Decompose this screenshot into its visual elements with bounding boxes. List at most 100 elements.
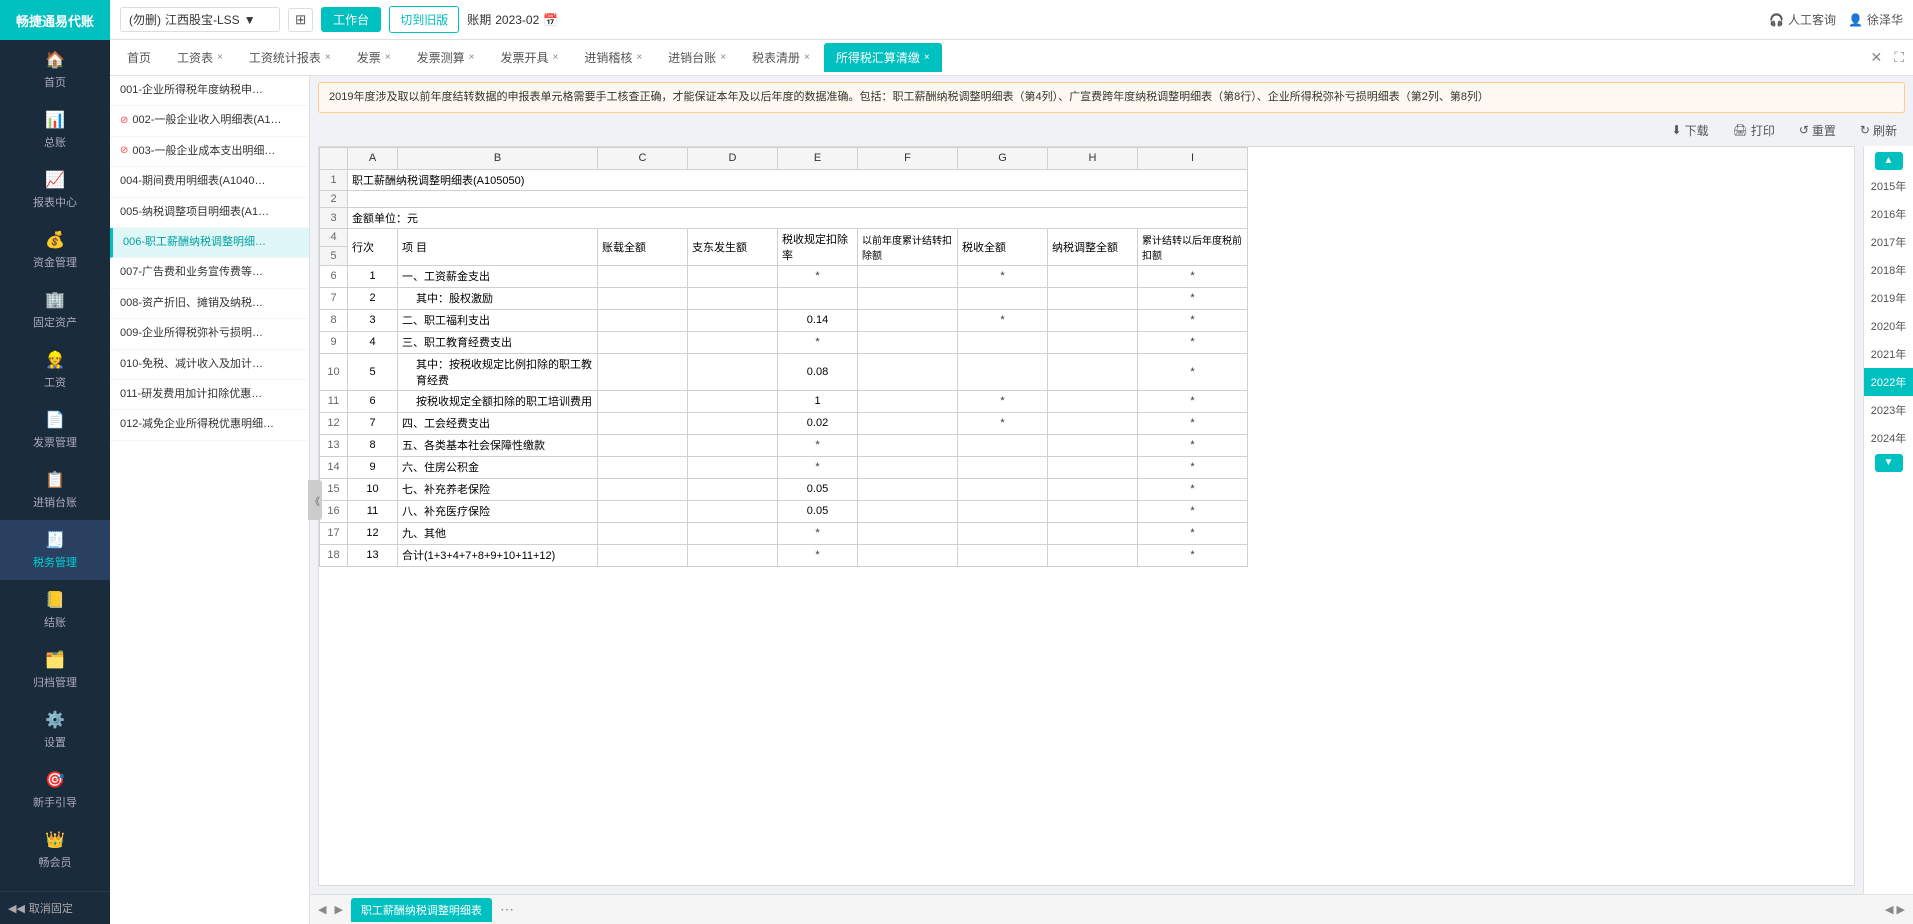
year-2017[interactable]: 2017年 (1864, 228, 1913, 256)
tab-sales-ledger-close[interactable]: × (720, 52, 726, 63)
left-item-005[interactable]: 005-纳税调整项目明细表(A1… (110, 198, 309, 228)
tab-invoice-issue-close[interactable]: × (552, 52, 558, 63)
left-item-001[interactable]: 001-企业所得税年度纳税申… (110, 76, 309, 106)
user-menu[interactable]: 👤 徐泽华 (1848, 11, 1903, 28)
i-2: * (1138, 287, 1248, 309)
tab-salary-report-close[interactable]: × (325, 52, 331, 63)
left-item-003[interactable]: ⊘ 003-一般企业成本支出明细… (110, 137, 309, 167)
sheet-next-btn[interactable]: ▶ (334, 903, 342, 916)
rownum-16: 16 (320, 500, 348, 522)
sidebar-item-home[interactable]: 🏠 首页 (0, 40, 110, 100)
c-11 (598, 500, 688, 522)
sheet-options-btn[interactable]: ⋯ (500, 901, 514, 918)
tab-check-close[interactable]: × (636, 52, 642, 63)
seq-9: 9 (348, 456, 398, 478)
left-item-006[interactable]: 006-职工薪酬纳税调整明细… (110, 228, 309, 258)
table-row: 11 6 按税收规定全额扣除的职工培训费用 1 * * (320, 390, 1248, 412)
tab-tax-list[interactable]: 税表清册 × (740, 43, 822, 72)
sidebar-item-invoice[interactable]: 📄 发票管理 (0, 400, 110, 460)
tab-invoice[interactable]: 发票 × (345, 43, 403, 72)
maximize-btn[interactable]: ⛶ (1890, 47, 1908, 68)
service-btn[interactable]: 🎧 人工客询 (1769, 11, 1836, 28)
tab-salary[interactable]: 工资表 × (165, 43, 235, 72)
year-up-btn[interactable]: ▲ (1875, 152, 1903, 170)
tab-invoice-close[interactable]: × (385, 52, 391, 63)
sidebar-item-salesledger[interactable]: 📋 进销台账 (0, 460, 110, 520)
sidebar-item-archive[interactable]: 🗂️ 归档管理 (0, 640, 110, 700)
year-down-btn[interactable]: ▼ (1875, 454, 1903, 472)
workbench-btn[interactable]: 工作台 (321, 7, 381, 32)
rownum-14: 14 (320, 456, 348, 478)
tab-home[interactable]: 首页 (115, 43, 163, 72)
left-item-007[interactable]: 007-广告费和业务宣传费等… (110, 258, 309, 288)
left-item-012[interactable]: 012-减免企业所得税优惠明细… (110, 410, 309, 440)
company-selector[interactable]: (勿删) 江西股宝-LSS ▼ (120, 7, 280, 32)
close-all-btn[interactable]: ✕ (1866, 47, 1886, 68)
left-item-009[interactable]: 009-企业所得税弥补亏损明… (110, 319, 309, 349)
h-1 (1048, 265, 1138, 287)
year-2019[interactable]: 2019年 (1864, 284, 1913, 312)
seq-11: 11 (348, 500, 398, 522)
d-5 (688, 353, 778, 390)
salesledger-icon: 📋 (45, 470, 65, 490)
tab-salary-report[interactable]: 工资统计报表 × (237, 43, 343, 72)
sidebar-item-funds[interactable]: 💰 资金管理 (0, 220, 110, 280)
tab-invoice-calc[interactable]: 发票测算 × (405, 43, 487, 72)
seq-10: 10 (348, 478, 398, 500)
sidebar-item-guide[interactable]: 🎯 新手引导 (0, 760, 110, 820)
tab-check[interactable]: 进销稽核 × (572, 43, 654, 72)
sidebar-item-vip[interactable]: 👑 畅会员 (0, 820, 110, 880)
h-3 (1048, 309, 1138, 331)
year-2023[interactable]: 2023年 (1864, 396, 1913, 424)
sidebar-item-settle[interactable]: 📒 结账 (0, 580, 110, 640)
tab-salary-close[interactable]: × (217, 52, 223, 63)
sheet-scroll-right[interactable]: ◀ ▶ (1885, 903, 1905, 916)
tab-invoice-calc-close[interactable]: × (469, 52, 475, 63)
left-item-008[interactable]: 008-资产折旧、摊销及纳税… (110, 289, 309, 319)
download-btn[interactable]: ⬇ 下载 (1666, 119, 1715, 142)
print-icon: 🖨 (1733, 123, 1748, 137)
sidebar-item-assets[interactable]: 🏢 固定资产 (0, 280, 110, 340)
year-2024[interactable]: 2024年 (1864, 424, 1913, 452)
left-item-010[interactable]: 010-免税、减计收入及加计… (110, 350, 309, 380)
tab-tax-list-close[interactable]: × (804, 52, 810, 63)
sidebar-item-settings[interactable]: ⚙️ 设置 (0, 700, 110, 760)
left-item-011[interactable]: 011-研发费用加计扣除优惠… (110, 380, 309, 410)
cancel-fixed-btn[interactable]: ◀◀ 取消固定 (0, 892, 110, 924)
print-btn[interactable]: 🖨 打印 (1727, 119, 1781, 142)
topbar: (勿删) 江西股宝-LSS ▼ ⊞ 工作台 切到旧版 账期 2023-02 📅 … (110, 0, 1913, 40)
switch-old-btn[interactable]: 切到旧版 (389, 6, 459, 33)
year-2016[interactable]: 2016年 (1864, 200, 1913, 228)
copy-icon-btn[interactable]: ⊞ (288, 8, 313, 32)
reset-btn[interactable]: ↺ 重置 (1793, 119, 1842, 142)
year-2015[interactable]: 2015年 (1864, 172, 1913, 200)
g-2 (958, 287, 1048, 309)
left-item-004[interactable]: 004-期间费用明细表(A1040… (110, 167, 309, 197)
left-item-002[interactable]: ⊘ 002-一般企业收入明细表(A1… (110, 106, 309, 136)
spreadsheet-container[interactable]: A B C D E F G H I (318, 146, 1855, 887)
tab-income-tax[interactable]: 所得税汇算清缴 × (824, 43, 942, 72)
calendar-icon[interactable]: 📅 (543, 13, 558, 27)
sidebar-item-tax[interactable]: 🧾 税务管理 (0, 520, 110, 580)
tab-salary-label: 工资表 (177, 49, 213, 66)
invoice-icon: 📄 (45, 410, 65, 430)
c-8 (598, 434, 688, 456)
year-2022[interactable]: 2022年 (1864, 368, 1913, 396)
tab-income-tax-close[interactable]: × (924, 52, 930, 63)
sheet-tab[interactable]: 职工薪酬纳税调整明细表 (351, 898, 492, 922)
sidebar-label-settings: 设置 (44, 734, 66, 750)
sheet-prev-btn[interactable]: ◀ (318, 903, 326, 916)
tab-invoice-issue[interactable]: 发票开具 × (488, 43, 570, 72)
tab-sales-ledger[interactable]: 进销台账 × (656, 43, 738, 72)
sidebar-item-salary[interactable]: 👷 工资 (0, 340, 110, 400)
sidebar-item-report[interactable]: 📈 报表中心 (0, 160, 110, 220)
c-2 (598, 287, 688, 309)
year-2021[interactable]: 2021年 (1864, 340, 1913, 368)
tabbar: 首页 工资表 × 工资统计报表 × 发票 × 发票测算 × 发票开具 × 进销稽… (110, 40, 1913, 76)
year-2020[interactable]: 2020年 (1864, 312, 1913, 340)
sidebar-item-ledger[interactable]: 📊 总账 (0, 100, 110, 160)
panel-collapse-btn[interactable]: 《 (308, 480, 322, 520)
year-2018[interactable]: 2018年 (1864, 256, 1913, 284)
reset-icon: ↺ (1799, 123, 1809, 137)
refresh-btn[interactable]: ↻ 刷新 (1854, 119, 1903, 142)
